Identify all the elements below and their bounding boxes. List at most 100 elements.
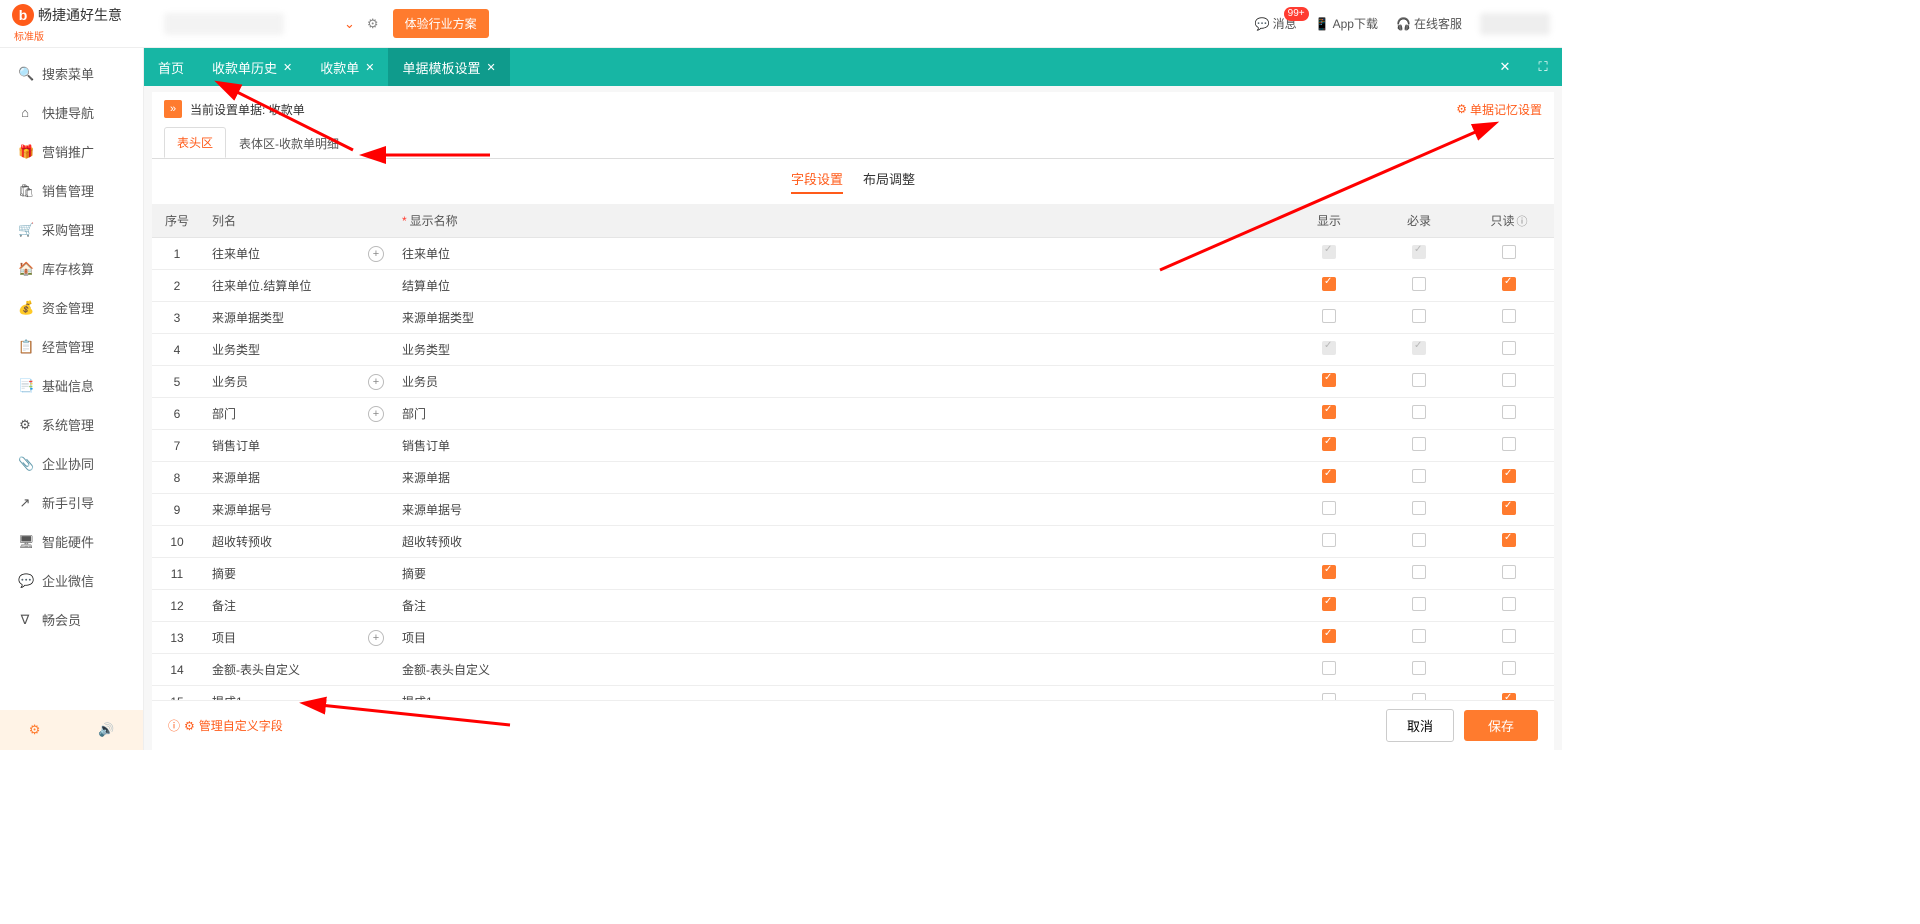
messages-link[interactable]: 💬 消息 99+	[1255, 15, 1297, 32]
sidebar-item[interactable]: 📋经营管理	[0, 327, 143, 366]
close-icon[interactable]: ✕	[487, 61, 496, 74]
checkbox[interactable]	[1502, 405, 1516, 419]
checkbox[interactable]	[1412, 309, 1426, 323]
checkbox[interactable]	[1502, 501, 1516, 515]
user-menu[interactable]	[1480, 13, 1550, 35]
checkbox[interactable]	[1502, 565, 1516, 579]
page-tab[interactable]: 首页	[144, 48, 198, 86]
checkbox[interactable]	[1502, 533, 1516, 547]
sidebar-item[interactable]: ⚙系统管理	[0, 405, 143, 444]
checkbox[interactable]	[1502, 245, 1516, 259]
sidebar-item[interactable]: ∇畅会员	[0, 600, 143, 639]
checkbox[interactable]	[1322, 597, 1336, 611]
region-tab[interactable]: 表体区-收款单明细	[226, 128, 352, 158]
help-icon[interactable]: ⓘ	[1517, 216, 1528, 228]
download-link[interactable]: 📱 App下载	[1315, 15, 1378, 32]
experience-button[interactable]: 体验行业方案	[393, 9, 489, 38]
add-icon[interactable]: +	[368, 374, 384, 390]
cell-display-name[interactable]: 往来单位	[392, 238, 1284, 270]
sidebar-item[interactable]: ↗新手引导	[0, 483, 143, 522]
checkbox[interactable]	[1322, 501, 1336, 515]
add-icon[interactable]: +	[368, 406, 384, 422]
checkbox[interactable]	[1412, 533, 1426, 547]
region-tab[interactable]: 表头区	[164, 127, 226, 158]
checkbox[interactable]	[1322, 309, 1336, 323]
close-icon[interactable]: ✕	[365, 61, 374, 74]
checkbox[interactable]	[1412, 501, 1426, 515]
checkbox[interactable]	[1322, 373, 1336, 387]
cell-display-name[interactable]: 销售订单	[392, 430, 1284, 462]
checkbox[interactable]	[1322, 437, 1336, 451]
checkbox[interactable]	[1322, 565, 1336, 579]
cell-display-name[interactable]: 业务类型	[392, 334, 1284, 366]
cell-display-name[interactable]: 备注	[392, 590, 1284, 622]
checkbox[interactable]	[1412, 565, 1426, 579]
checkbox[interactable]	[1412, 629, 1426, 643]
cell-display-name[interactable]: 提成1	[392, 686, 1284, 701]
checkbox[interactable]	[1412, 661, 1426, 675]
checkbox[interactable]	[1502, 693, 1516, 700]
cell-display-name[interactable]: 来源单据号	[392, 494, 1284, 526]
checkbox[interactable]	[1502, 469, 1516, 483]
view-tab[interactable]: 字段设置	[791, 169, 843, 194]
cell-display-name[interactable]: 金额-表头自定义	[392, 654, 1284, 686]
checkbox[interactable]	[1322, 469, 1336, 483]
checkbox[interactable]	[1412, 437, 1426, 451]
memory-settings-link[interactable]: ⚙ 单据记忆设置	[1456, 101, 1542, 118]
cell-display-name[interactable]: 摘要	[392, 558, 1284, 590]
checkbox[interactable]	[1322, 533, 1336, 547]
cell-display-name[interactable]: 项目	[392, 622, 1284, 654]
checkbox[interactable]	[1502, 597, 1516, 611]
page-tab[interactable]: 单据模板设置✕	[388, 48, 509, 86]
checkbox[interactable]	[1502, 373, 1516, 387]
sidebar-item[interactable]: 🔍搜索菜单	[0, 54, 143, 93]
close-all-icon[interactable]: ✕	[1486, 48, 1524, 86]
sound-icon[interactable]: 🔊	[98, 722, 114, 738]
sidebar-item[interactable]: 📎企业协同	[0, 444, 143, 483]
checkbox[interactable]	[1412, 277, 1426, 291]
cell-display-name[interactable]: 来源单据类型	[392, 302, 1284, 334]
cancel-button[interactable]: 取消	[1386, 709, 1454, 742]
cell-display-name[interactable]: 结算单位	[392, 270, 1284, 302]
checkbox[interactable]	[1322, 405, 1336, 419]
checkbox[interactable]	[1322, 693, 1336, 700]
sidebar-item[interactable]: 🛍销售管理	[0, 171, 143, 210]
sidebar-item[interactable]: 💬企业微信	[0, 561, 143, 600]
checkbox[interactable]	[1412, 693, 1426, 700]
add-icon[interactable]: +	[368, 246, 384, 262]
checkbox[interactable]	[1502, 341, 1516, 355]
close-icon[interactable]: ✕	[283, 61, 292, 74]
checkbox[interactable]	[1412, 597, 1426, 611]
cell-display-name[interactable]: 部门	[392, 398, 1284, 430]
checkbox[interactable]	[1502, 437, 1516, 451]
service-link[interactable]: 🎧 在线客服	[1396, 15, 1462, 32]
sidebar-item[interactable]: 🎁营销推广	[0, 132, 143, 171]
view-tab[interactable]: 布局调整	[863, 169, 915, 194]
checkbox[interactable]	[1412, 469, 1426, 483]
checkbox[interactable]	[1412, 405, 1426, 419]
cell-display-name[interactable]: 超收转预收	[392, 526, 1284, 558]
sidebar-item[interactable]: 📑基础信息	[0, 366, 143, 405]
checkbox[interactable]	[1322, 629, 1336, 643]
org-selector[interactable]	[164, 13, 284, 35]
collapse-toggle[interactable]: »	[164, 100, 182, 118]
checkbox[interactable]	[1322, 277, 1336, 291]
sidebar-item[interactable]: 🏠库存核算	[0, 249, 143, 288]
page-tab[interactable]: 收款单历史✕	[198, 48, 306, 86]
sidebar-item[interactable]: ⌂快捷导航	[0, 93, 143, 132]
sidebar-item[interactable]: 🖥智能硬件	[0, 522, 143, 561]
page-tab[interactable]: 收款单✕	[306, 48, 388, 86]
checkbox[interactable]	[1502, 661, 1516, 675]
gear-icon[interactable]: ⚙	[367, 16, 379, 32]
add-icon[interactable]: +	[368, 630, 384, 646]
checkbox[interactable]	[1322, 661, 1336, 675]
manage-custom-fields-link[interactable]: ⓘ ⚙ 管理自定义字段	[168, 717, 283, 734]
cell-display-name[interactable]: 业务员	[392, 366, 1284, 398]
save-button[interactable]: 保存	[1464, 710, 1538, 741]
fullscreen-icon[interactable]: ⛶	[1524, 48, 1562, 86]
checkbox[interactable]	[1502, 277, 1516, 291]
checkbox[interactable]	[1502, 309, 1516, 323]
settings-icon[interactable]: ⚙	[29, 722, 41, 738]
chevron-down-icon[interactable]: ⌄	[344, 16, 355, 32]
cell-display-name[interactable]: 来源单据	[392, 462, 1284, 494]
